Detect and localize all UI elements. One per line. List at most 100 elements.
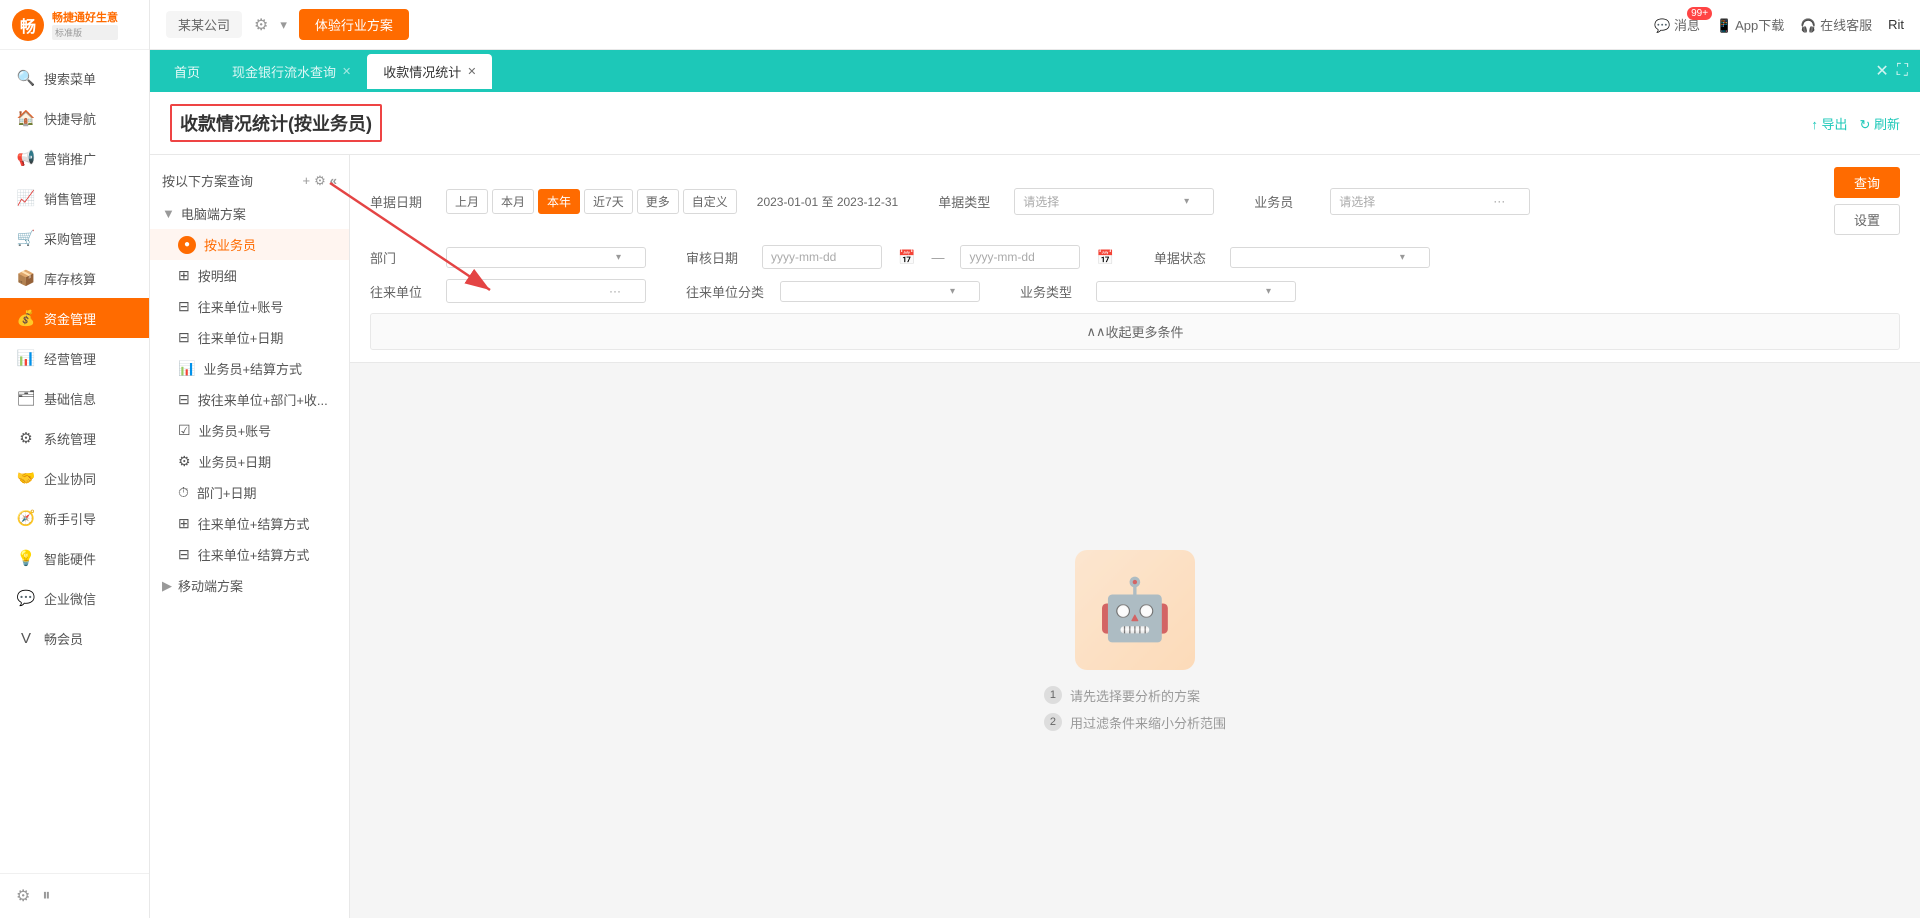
biz-type-select[interactable]: ▾ <box>1096 281 1296 302</box>
review-date-end[interactable]: yyyy-mm-dd <box>960 245 1080 269</box>
tab-bank-close[interactable]: ✕ <box>342 65 351 78</box>
sidebar-item-operations[interactable]: 📊经营管理 <box>0 338 149 378</box>
collapse-more-button[interactable]: ∧∧ 收起更多条件 <box>370 313 1900 350</box>
sidebar-bottom: ⚙ ⏸ <box>0 873 149 918</box>
doc-status-select[interactable]: ▾ <box>1230 247 1430 268</box>
msg-badge: 99+ <box>1687 7 1712 20</box>
calendar-start-icon[interactable]: 📅 <box>898 249 915 266</box>
tip-num-2: 2 <box>1044 713 1062 731</box>
settings-bottom-icon[interactable]: ⚙ <box>16 886 30 906</box>
close-all-tabs-icon[interactable]: ✕ <box>1875 61 1888 81</box>
date-btn-more[interactable]: 更多 <box>637 189 679 214</box>
settings-button[interactable]: 设置 <box>1834 204 1900 235</box>
biz-type-arrow: ▾ <box>1266 286 1271 297</box>
sidebar-item-member[interactable]: V畅会员 <box>0 618 149 658</box>
empty-tip-1: 1 请先选择要分析的方案 <box>1044 686 1226 705</box>
calendar-end-icon[interactable]: 📅 <box>1096 249 1113 266</box>
doc-status-arrow: ▾ <box>1400 252 1405 263</box>
review-date-start[interactable]: yyyy-mm-dd <box>762 245 882 269</box>
partner-calc1-icon: ⊞ <box>178 515 190 532</box>
sidebar-item-marketing[interactable]: 📢营销推广 <box>0 138 149 178</box>
tip-num-1: 1 <box>1044 686 1062 704</box>
date-btn-this-year[interactable]: 本年 <box>538 189 580 214</box>
sidebar-item-enterprise[interactable]: 🤝企业协同 <box>0 458 149 498</box>
topbar-settings-icon[interactable]: ⚙ <box>254 15 268 35</box>
refresh-button[interactable]: ↻ 刷新 <box>1859 114 1900 133</box>
system-icon: ⚙ <box>16 428 36 448</box>
scheme-dept-date[interactable]: ⏱ 部门+日期 <box>150 477 349 508</box>
right-content: 单据日期 上月 本月 本年 近7天 更多 自定义 2023-01-01 至 20… <box>350 155 1920 918</box>
sidebar-item-guide[interactable]: 🧭新手引导 <box>0 498 149 538</box>
user-name[interactable]: Rit <box>1888 17 1904 32</box>
operations-icon: 📊 <box>16 348 36 368</box>
sidebar: 畅 畅捷通好生意 标准版 🔍搜索菜单🏠快捷导航📢营销推广📈销售管理🛒采购管理📦库… <box>0 0 150 918</box>
partner-category-arrow: ▾ <box>950 286 955 297</box>
doc-type-arrow: ▾ <box>1184 196 1189 207</box>
date-btn-7days[interactable]: 近7天 <box>584 189 633 214</box>
date-dash: — <box>931 250 944 265</box>
export-button[interactable]: ↑ 导出 <box>1811 114 1847 133</box>
partner-more-icon[interactable]: ··· <box>609 284 621 298</box>
date-btn-last-month[interactable]: 上月 <box>446 189 488 214</box>
logo: 畅 畅捷通好生意 标准版 <box>0 0 149 50</box>
salesman-calc-icon: 📊 <box>178 360 195 377</box>
collapse-sidebar-icon[interactable]: ⏸ <box>42 887 50 905</box>
scheme-by-salesman[interactable]: ● 按业务员 <box>150 229 349 260</box>
sidebar-item-basic[interactable]: 🗂基础信息 <box>0 378 149 418</box>
sidebar-item-purchase[interactable]: 🛒采购管理 <box>0 218 149 258</box>
date-buttons: 上月 本月 本年 近7天 更多 自定义 <box>446 189 737 214</box>
tab-bank[interactable]: 现金银行流水查询 ✕ <box>216 54 367 89</box>
sidebar-item-wechat[interactable]: 💬企业微信 <box>0 578 149 618</box>
tab-collection[interactable]: 收款情况统计 ✕ <box>367 54 492 89</box>
scheme-partner-calc1[interactable]: ⊞ 往来单位+结算方式 <box>150 508 349 539</box>
scheme-by-detail[interactable]: ⊞ 按明细 <box>150 260 349 291</box>
scheme-salesman-account[interactable]: ☑ 业务员+账号 <box>150 415 349 446</box>
salesman-select[interactable]: 请选择 ··· <box>1330 188 1530 215</box>
service-link[interactable]: 🎧 在线客服 <box>1800 15 1872 34</box>
biz-type-label: 业务类型 <box>1020 282 1080 301</box>
collapse-panel-icon[interactable]: « <box>330 173 337 189</box>
scheme-partner-account[interactable]: ⊟ 往来单位+账号 <box>150 291 349 322</box>
scheme-partner-dept[interactable]: ⊟ 按往来单位+部门+收... <box>150 384 349 415</box>
scheme-salesman-calc[interactable]: 📊 业务员+结算方式 <box>150 353 349 384</box>
sidebar-item-inventory[interactable]: 📦库存核算 <box>0 258 149 298</box>
query-button[interactable]: 查询 <box>1834 167 1900 198</box>
scheme-partner-calc2[interactable]: ⊟ 往来单位+结算方式 <box>150 539 349 570</box>
sidebar-item-system[interactable]: ⚙系统管理 <box>0 418 149 458</box>
tab-collection-close[interactable]: ✕ <box>467 65 476 78</box>
date-range-display: 2023-01-01 至 2023-12-31 <box>757 193 898 210</box>
action-buttons: 查询 设置 <box>1834 167 1900 235</box>
app-download-link[interactable]: 📱 App下载 <box>1716 15 1784 34</box>
tab-home[interactable]: 首页 <box>158 54 216 89</box>
message-icon[interactable]: 💬 消息 99+ <box>1654 15 1700 34</box>
topbar-arrow-icon[interactable]: ▾ <box>280 17 287 33</box>
partner-select[interactable]: ··· <box>446 279 646 303</box>
scheme-salesman-date[interactable]: ⚙ 业务员+日期 <box>150 446 349 477</box>
sidebar-item-sales[interactable]: 📈销售管理 <box>0 178 149 218</box>
date-btn-custom[interactable]: 自定义 <box>683 189 737 214</box>
sidebar-item-smart[interactable]: 💡智能硬件 <box>0 538 149 578</box>
dept-select[interactable]: ▾ <box>446 247 646 268</box>
pc-group-header[interactable]: ▼ 电脑端方案 <box>150 198 349 229</box>
empty-tips: 1 请先选择要分析的方案 2 用过滤条件来缩小分析范围 <box>1044 686 1226 732</box>
scheme-partner-date[interactable]: ⊟ 往来单位+日期 <box>150 322 349 353</box>
dept-date-icon: ⏱ <box>178 484 189 501</box>
mobile-group-header[interactable]: ▶ 移动端方案 <box>150 570 349 601</box>
sidebar-item-finance[interactable]: 💰资金管理 <box>0 298 149 338</box>
marketing-icon: 📢 <box>16 148 36 168</box>
scheme-settings-icon[interactable]: ⚙ <box>314 173 326 189</box>
empty-state: 🤖 1 请先选择要分析的方案 2 用过滤条件来缩小分析范围 <box>350 363 1920 918</box>
expand-icon[interactable]: ⛶ <box>1897 62 1908 80</box>
partner-category-select[interactable]: ▾ <box>780 281 980 302</box>
doc-type-select[interactable]: 请选择 ▾ <box>1014 188 1214 215</box>
partner-category-label: 往来单位分类 <box>686 282 764 301</box>
trial-button[interactable]: 体验行业方案 <box>299 9 409 40</box>
basic-icon: 🗂 <box>16 388 36 408</box>
sidebar-item-quick[interactable]: 🏠快捷导航 <box>0 98 149 138</box>
quick-icon: 🏠 <box>16 108 36 128</box>
dept-filter-label: 部门 <box>370 248 430 267</box>
sidebar-item-search[interactable]: 🔍搜索菜单 <box>0 58 149 98</box>
date-btn-this-month[interactable]: 本月 <box>492 189 534 214</box>
salesman-more-icon[interactable]: ··· <box>1493 194 1505 208</box>
add-scheme-icon[interactable]: + <box>303 173 311 189</box>
